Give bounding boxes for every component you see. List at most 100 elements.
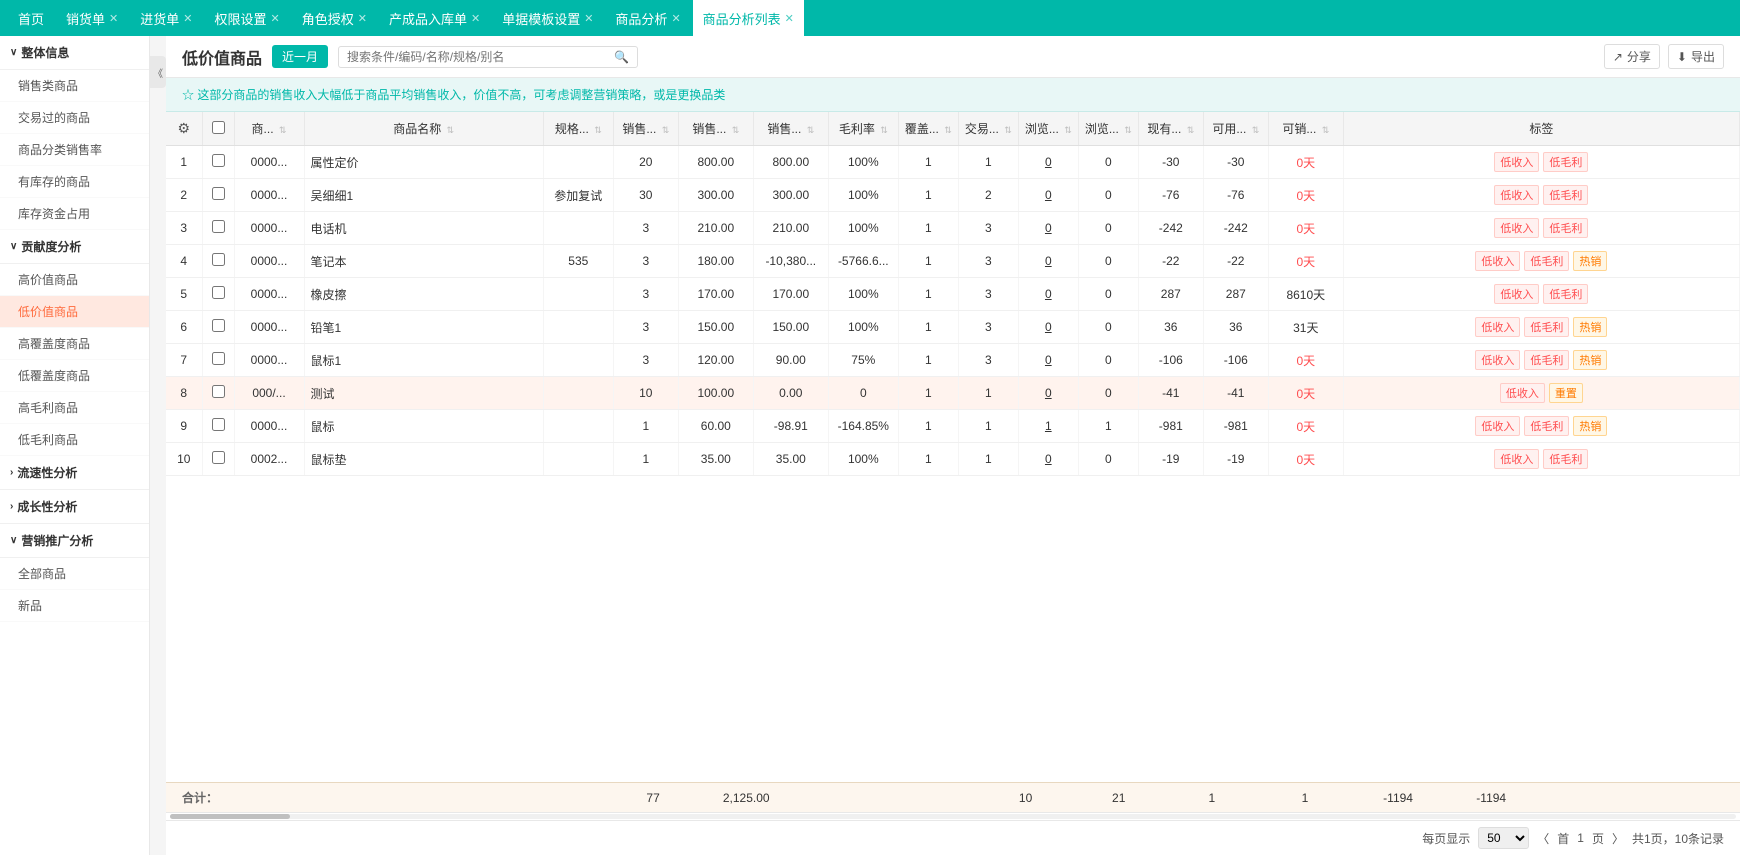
col-gross-rate[interactable]: 毛利率 ⇅ [828,112,898,146]
nav-close-stock[interactable]: ✕ [471,12,480,25]
sidebar-item-all[interactable]: 全部商品 [0,558,149,590]
sidebar-collapse-btn[interactable]: 《 [150,56,166,88]
sidebar-item-low-value[interactable]: 低价值商品 [0,296,149,328]
views1-link[interactable]: 0 [1045,287,1052,301]
row-checkbox[interactable] [212,286,225,299]
col-sales-price[interactable]: 销售... ⇅ [753,112,828,146]
col-views2[interactable]: 浏览... ⇅ [1078,112,1138,146]
row-checkbox[interactable] [212,385,225,398]
cell-checkbox[interactable] [202,443,234,476]
nav-close-role[interactable]: ✕ [358,12,367,25]
col-coverage[interactable]: 覆盖... ⇅ [898,112,958,146]
cell-checkbox[interactable] [202,410,234,443]
cell-views1[interactable]: 0 [1018,212,1078,245]
row-checkbox[interactable] [212,154,225,167]
sidebar-section-velocity[interactable]: › 流速性分析 [0,456,149,490]
views1-link[interactable]: 0 [1045,254,1052,268]
sidebar-item-traded[interactable]: 交易过的商品 [0,102,149,134]
export-btn[interactable]: ⬇ 导出 [1668,44,1724,69]
cell-checkbox[interactable] [202,377,234,410]
views1-link[interactable]: 0 [1045,452,1052,466]
views1-link[interactable]: 1 [1045,419,1052,433]
col-spec[interactable]: 规格... ⇅ [543,112,613,146]
nav-purchase[interactable]: 进货单 ✕ [130,0,202,36]
cell-views1[interactable]: 0 [1018,377,1078,410]
nav-template[interactable]: 单据模板设置 ✕ [492,0,603,36]
nav-close-sales[interactable]: ✕ [109,12,118,25]
row-checkbox[interactable] [212,319,225,332]
nav-close-permission[interactable]: ✕ [271,12,280,25]
scroll-track[interactable] [170,814,1736,819]
nav-role[interactable]: 角色授权 ✕ [292,0,377,36]
share-btn[interactable]: ↗ 分享 [1604,44,1660,69]
views1-link[interactable]: 0 [1045,386,1052,400]
cell-views1[interactable]: 0 [1018,311,1078,344]
col-sales-qty[interactable]: 销售... ⇅ [613,112,678,146]
col-stock[interactable]: 现有... ⇅ [1138,112,1203,146]
nav-close-analysis[interactable]: ✕ [671,12,680,25]
nav-analysis-list[interactable]: 商品分析列表 ✕ [693,0,804,36]
search-input[interactable] [347,50,614,64]
sidebar-section-marketing[interactable]: ∨ 营销推广分析 [0,524,149,558]
views1-link[interactable]: 0 [1045,320,1052,334]
row-checkbox[interactable] [212,352,225,365]
nav-analysis[interactable]: 商品分析 ✕ [605,0,690,36]
nav-permission[interactable]: 权限设置 ✕ [204,0,289,36]
cell-checkbox[interactable] [202,179,234,212]
scroll-bar-row[interactable] [166,812,1740,820]
col-name[interactable]: 商品名称 ⇅ [304,112,543,146]
sidebar-item-category-rate[interactable]: 商品分类销售率 [0,134,149,166]
nav-sales[interactable]: 销货单 ✕ [56,0,128,36]
views1-link[interactable]: 0 [1045,221,1052,235]
sidebar-item-high-value[interactable]: 高价值商品 [0,264,149,296]
sidebar-section-contribution[interactable]: ∨ 贡献度分析 [0,230,149,264]
prev-page-btn[interactable]: 〈 [1537,830,1549,847]
sidebar-item-high-coverage[interactable]: 高覆盖度商品 [0,328,149,360]
sidebar-item-high-margin[interactable]: 高毛利商品 [0,392,149,424]
next-page-btn[interactable]: 〉 [1612,830,1624,847]
views1-link[interactable]: 0 [1045,353,1052,367]
cell-views1[interactable]: 0 [1018,344,1078,377]
table-wrapper[interactable]: ⚙ 商... ⇅ 商品名称 ⇅ 规格... ⇅ 销售... ⇅ 销售... ⇅ … [166,112,1740,782]
cell-checkbox[interactable] [202,344,234,377]
select-all-checkbox[interactable] [212,121,225,134]
views1-link[interactable]: 0 [1045,155,1052,169]
sidebar-item-low-margin[interactable]: 低毛利商品 [0,424,149,456]
cell-checkbox[interactable] [202,311,234,344]
page-size-select[interactable]: 50 100 200 [1478,827,1529,849]
col-gear[interactable]: ⚙ [166,112,202,146]
cell-views1[interactable]: 1 [1018,410,1078,443]
filter-btn[interactable]: 近一月 [272,45,328,68]
sidebar-item-stocked[interactable]: 有库存的商品 [0,166,149,198]
cell-views1[interactable]: 0 [1018,245,1078,278]
cell-checkbox[interactable] [202,146,234,179]
col-code[interactable]: 商... ⇅ [234,112,304,146]
cell-checkbox[interactable] [202,278,234,311]
cell-views1[interactable]: 0 [1018,278,1078,311]
nav-home[interactable]: 首页 [8,0,54,36]
sidebar-item-stock-fund[interactable]: 库存资金占用 [0,198,149,230]
cell-views1[interactable]: 0 [1018,443,1078,476]
sidebar-item-sales-category[interactable]: 销售类商品 [0,70,149,102]
scroll-thumb[interactable] [170,814,290,819]
row-checkbox[interactable] [212,418,225,431]
cell-views1[interactable]: 0 [1018,146,1078,179]
nav-close-template[interactable]: ✕ [584,12,593,25]
col-sellable[interactable]: 可销... ⇅ [1268,112,1343,146]
nav-close-purchase[interactable]: ✕ [183,12,192,25]
cell-checkbox[interactable] [202,245,234,278]
col-views1[interactable]: 浏览... ⇅ [1018,112,1078,146]
nav-close-analysis-list[interactable]: ✕ [785,12,794,25]
cell-checkbox[interactable] [202,212,234,245]
col-available[interactable]: 可用... ⇅ [1203,112,1268,146]
sidebar-section-growth[interactable]: › 成长性分析 [0,490,149,524]
col-sales-amount[interactable]: 销售... ⇅ [678,112,753,146]
col-transactions[interactable]: 交易... ⇅ [958,112,1018,146]
views1-link[interactable]: 0 [1045,188,1052,202]
sidebar-section-overall[interactable]: ∨ 整体信息 [0,36,149,70]
row-checkbox[interactable] [212,187,225,200]
gear-icon[interactable]: ⚙ [177,120,190,136]
sidebar-item-low-coverage[interactable]: 低覆盖度商品 [0,360,149,392]
sidebar-item-new[interactable]: 新品 [0,590,149,622]
row-checkbox[interactable] [212,451,225,464]
